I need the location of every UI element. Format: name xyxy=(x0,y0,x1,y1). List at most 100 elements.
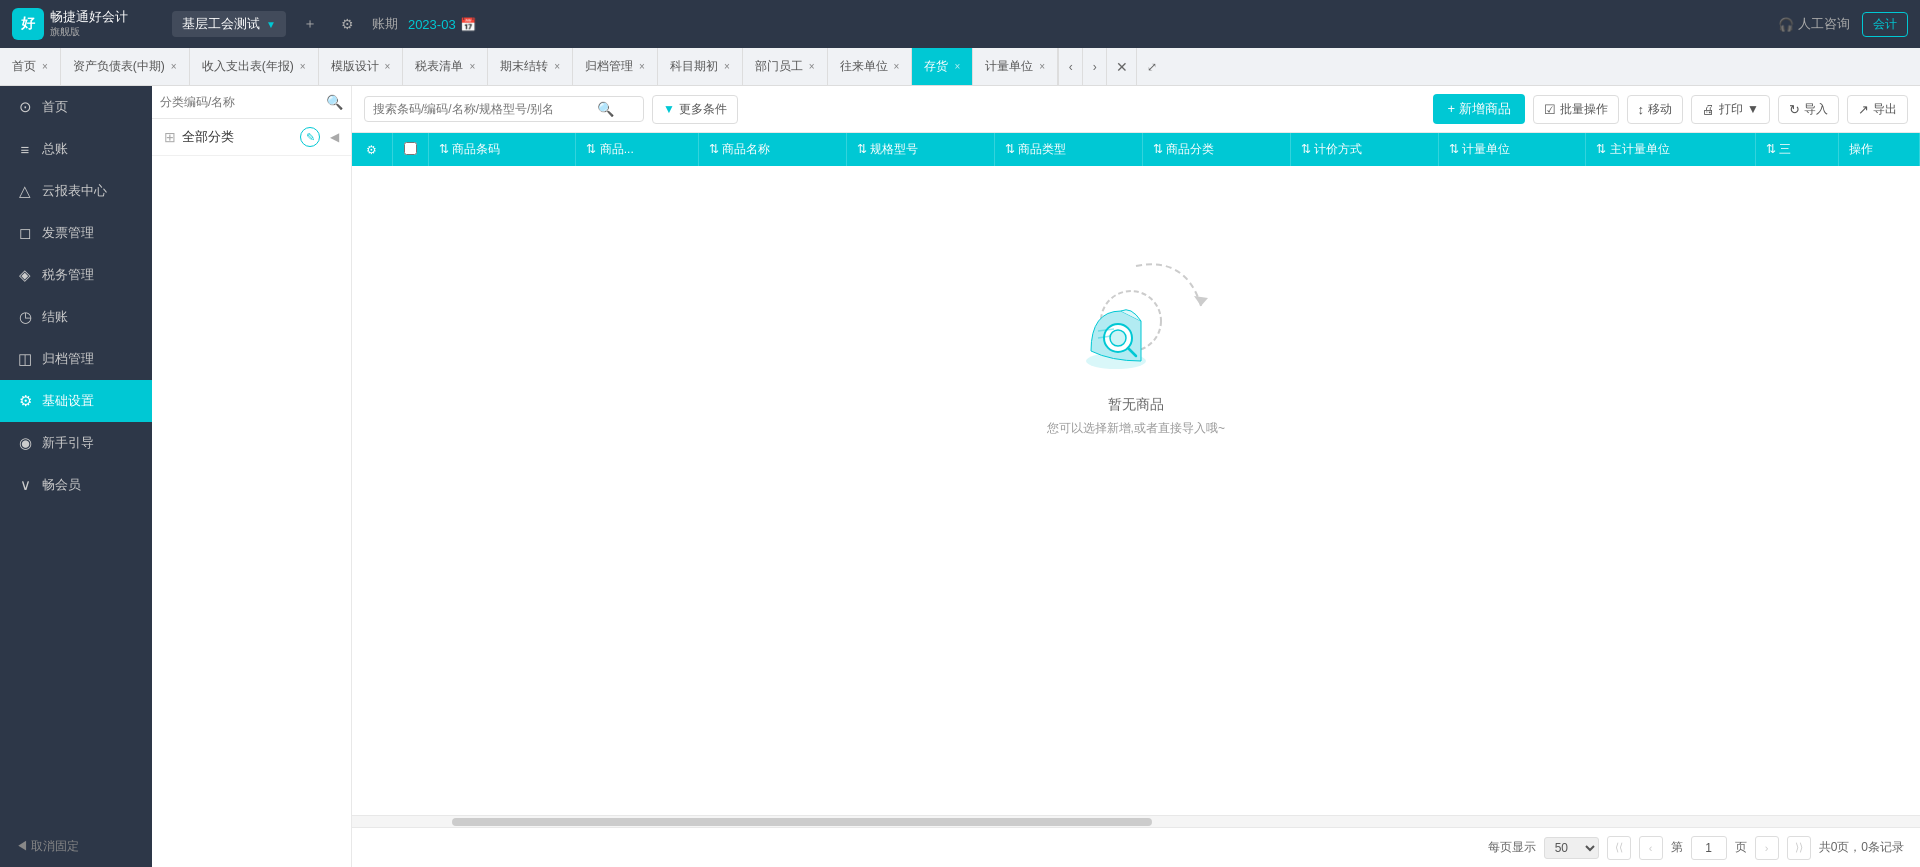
archive-icon: ◫ xyxy=(16,350,34,368)
tab-archive-close[interactable]: × xyxy=(639,61,645,72)
tab-period-close[interactable]: × xyxy=(554,61,560,72)
settings-icon[interactable]: ⚙ xyxy=(334,10,362,38)
sidebar-item-archive[interactable]: ◫ 归档管理 xyxy=(0,338,152,380)
total-records-label: 共0页，0条记录 xyxy=(1819,839,1904,856)
tab-prev-button[interactable]: ‹ xyxy=(1058,48,1082,86)
horizontal-scrollbar[interactable] xyxy=(352,815,1920,827)
import-label: 导入 xyxy=(1804,101,1828,118)
tab-tax-close[interactable]: × xyxy=(469,61,475,72)
th-extra-label: ⇅ 三 xyxy=(1766,141,1791,158)
add-tab-button[interactable]: ＋ xyxy=(296,10,324,38)
sidebar-item-cloud-report[interactable]: △ 云报表中心 xyxy=(0,170,152,212)
tab-next-button[interactable]: › xyxy=(1082,48,1106,86)
sidebar-item-basic-settings[interactable]: ⚙ 基础设置 xyxy=(0,380,152,422)
tab-counterpart-close[interactable]: × xyxy=(894,61,900,72)
th-code: ⇅ 商品... xyxy=(576,133,699,166)
print-icon: 🖨 xyxy=(1702,102,1715,117)
tab-template-close[interactable]: × xyxy=(385,61,391,72)
tab-close-all-button[interactable]: ✕ xyxy=(1106,48,1136,86)
tab-inventory-close[interactable]: × xyxy=(954,61,960,72)
page-number-input[interactable] xyxy=(1691,836,1727,860)
filter-icon: ▼ xyxy=(663,102,675,116)
th-unit-label: ⇅ 计量单位 xyxy=(1449,141,1510,158)
sidebar-item-member-label: 畅会员 xyxy=(42,476,81,494)
tab-home[interactable]: 首页 × xyxy=(0,48,61,86)
company-selector[interactable]: 基层工会测试 ▼ xyxy=(172,11,286,37)
category-search-area: 🔍 xyxy=(152,86,351,119)
tab-template[interactable]: 模版设计 × xyxy=(319,48,404,86)
collapse-panel-icon[interactable]: ◀ xyxy=(330,130,339,144)
th-category: ⇅ 商品分类 xyxy=(1142,133,1290,166)
user-badge[interactable]: 会计 xyxy=(1862,12,1908,37)
select-all-checkbox[interactable] xyxy=(404,142,417,155)
period-selector[interactable]: 2023-03 📅 xyxy=(408,17,476,32)
sidebar-item-tax[interactable]: ◈ 税务管理 xyxy=(0,254,152,296)
sidebar-item-invoice[interactable]: ◻ 发票管理 xyxy=(0,212,152,254)
sidebar-item-home[interactable]: ⊙ 首页 xyxy=(0,86,152,128)
scroll-thumb[interactable] xyxy=(452,818,1152,826)
sidebar-item-tax-label: 税务管理 xyxy=(42,266,94,284)
sidebar-item-guide[interactable]: ◉ 新手引导 xyxy=(0,422,152,464)
tab-archive-label: 归档管理 xyxy=(585,58,633,75)
th-checkbox[interactable] xyxy=(392,133,428,166)
tab-subject-close[interactable]: × xyxy=(724,61,730,72)
tab-dept-close[interactable]: × xyxy=(809,61,815,72)
tab-inventory[interactable]: 存货 × xyxy=(912,48,973,86)
tax-icon: ◈ xyxy=(16,266,34,284)
last-page-button[interactable]: ⟩⟩ xyxy=(1787,836,1811,860)
tab-income-close[interactable]: × xyxy=(300,61,306,72)
tab-tax-list-label: 税表清单 xyxy=(415,58,463,75)
all-categories-label: 全部分类 xyxy=(182,128,234,146)
tab-balance-close[interactable]: × xyxy=(171,61,177,72)
column-settings-icon[interactable]: ⚙ xyxy=(366,143,377,157)
tab-expand-button[interactable]: ⤢ xyxy=(1136,48,1166,86)
sidebar-item-closing[interactable]: ◷ 结账 xyxy=(0,296,152,338)
tab-home-close[interactable]: × xyxy=(42,61,48,72)
product-search-icon[interactable]: 🔍 xyxy=(597,101,614,117)
app-subtitle: 旗舰版 xyxy=(50,25,128,39)
th-name-label: ⇅ 商品名称 xyxy=(709,141,770,158)
prev-page-button[interactable]: ‹ xyxy=(1639,836,1663,860)
category-search-input[interactable] xyxy=(160,95,322,109)
svg-point-4 xyxy=(1110,330,1126,346)
product-search-bar: 🔍 xyxy=(364,96,644,122)
import-button[interactable]: ↻ 导入 xyxy=(1778,95,1839,124)
category-search-icon[interactable]: 🔍 xyxy=(326,94,343,110)
print-label: 打印 xyxy=(1719,101,1743,118)
all-categories-item[interactable]: ⊞ 全部分类 ✎ ◀ xyxy=(152,119,351,156)
batch-operation-button[interactable]: ☑ 批量操作 xyxy=(1533,95,1619,124)
tab-tax-list[interactable]: 税表清单 × xyxy=(403,48,488,86)
tab-balance-sheet[interactable]: 资产负债表(中期) × xyxy=(61,48,190,86)
tab-subject-init[interactable]: 科目期初 × xyxy=(658,48,743,86)
tab-unit[interactable]: 计量单位 × xyxy=(973,48,1058,86)
print-button[interactable]: 🖨 打印 ▼ xyxy=(1691,95,1770,124)
add-product-button[interactable]: + 新增商品 xyxy=(1433,94,1524,124)
move-button[interactable]: ↕ 移动 xyxy=(1627,95,1684,124)
th-settings[interactable]: ⚙ xyxy=(352,133,392,166)
empty-illustration xyxy=(1056,246,1216,386)
cancel-fixed-button[interactable]: ◀ 取消固定 xyxy=(0,826,152,867)
empty-title: 暂无商品 xyxy=(1108,396,1164,414)
per-page-select[interactable]: 50 100 200 xyxy=(1544,837,1599,859)
tab-dept-employee[interactable]: 部门员工 × xyxy=(743,48,828,86)
tab-template-label: 模版设计 xyxy=(331,58,379,75)
tab-period-end[interactable]: 期末结转 × xyxy=(488,48,573,86)
sidebar-item-ledger[interactable]: ≡ 总账 xyxy=(0,128,152,170)
table-container[interactable]: ⚙ ⇅ 商品条码 xyxy=(352,133,1920,815)
product-search-input[interactable] xyxy=(373,102,593,116)
tab-income[interactable]: 收入支出表(年报) × xyxy=(190,48,319,86)
tab-unit-label: 计量单位 xyxy=(985,58,1033,75)
th-code-label: ⇅ 商品... xyxy=(586,141,633,158)
tab-counterpart[interactable]: 往来单位 × xyxy=(828,48,913,86)
first-page-button[interactable]: ⟨⟨ xyxy=(1607,836,1631,860)
export-button[interactable]: ↗ 导出 xyxy=(1847,95,1908,124)
edit-category-button[interactable]: ✎ xyxy=(300,127,320,147)
next-page-button[interactable]: › xyxy=(1755,836,1779,860)
headset-icon: 🎧 xyxy=(1778,17,1794,32)
more-filter-button[interactable]: ▼ 更多条件 xyxy=(652,95,738,124)
tab-archive[interactable]: 归档管理 × xyxy=(573,48,658,86)
inner-layout: 🔍 ⊞ 全部分类 ✎ ◀ 🔍 ▼ xyxy=(152,86,1920,867)
sidebar-item-member[interactable]: ∨ 畅会员 xyxy=(0,464,152,506)
customer-service-button[interactable]: 🎧 人工咨询 xyxy=(1778,15,1850,33)
tab-unit-close[interactable]: × xyxy=(1039,61,1045,72)
